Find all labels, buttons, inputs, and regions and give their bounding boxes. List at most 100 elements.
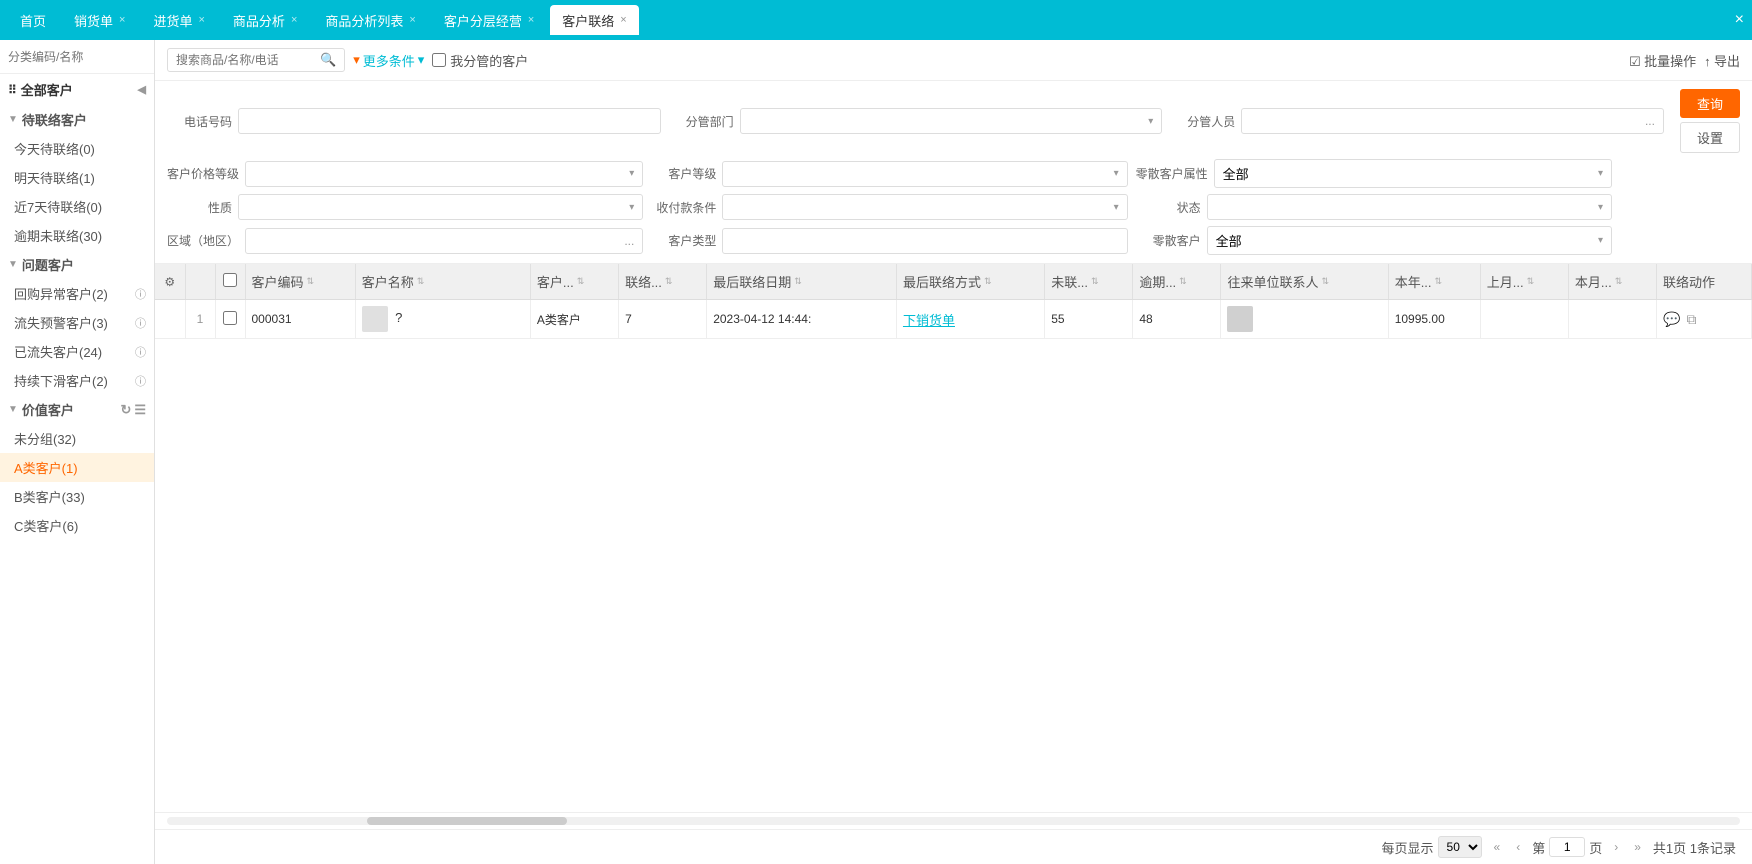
th-level[interactable]: 客户... ⇅: [530, 264, 618, 300]
tab-home[interactable]: 首页: [8, 5, 58, 35]
th-contacts[interactable]: 往来单位联系人 ⇅: [1221, 264, 1388, 300]
refresh-icon[interactable]: ↻: [120, 402, 131, 418]
sidebar-item-tomorrow[interactable]: 明天待联络(1): [0, 163, 154, 192]
sort-icon-date: ⇅: [794, 276, 802, 287]
first-page-btn[interactable]: «: [1490, 838, 1505, 856]
value-arrow-icon: ▼: [8, 404, 18, 415]
close-goods-analysis-tab[interactable]: ×: [291, 14, 297, 26]
region-select[interactable]: ...: [245, 228, 643, 254]
close-goods-list-tab[interactable]: ×: [409, 14, 415, 26]
sidebar-item-declining[interactable]: 持续下滑客户(2) ⓘ: [0, 366, 154, 395]
my-customers-checkbox[interactable]: [432, 53, 446, 67]
th-code[interactable]: 客户编码 ⇅: [245, 264, 355, 300]
filter-person: 分管人员 ...: [1170, 108, 1664, 134]
th-no-contact[interactable]: 未联... ⇅: [1045, 264, 1133, 300]
phone-input[interactable]: [238, 108, 661, 134]
payment-select[interactable]: ▾: [722, 194, 1127, 220]
sidebar-item-churned[interactable]: 已流失客户(24) ⓘ: [0, 337, 154, 366]
filter-row-2: 客户价格等级 ▾ 客户等级 ▾ 零散客户属性 全部: [167, 159, 1740, 188]
sidebar-item-b-class[interactable]: B类客户(33): [0, 482, 154, 511]
value-section-icons: ↻ ☰: [120, 402, 146, 418]
retail-select[interactable]: 全部 ▾: [1207, 226, 1612, 255]
per-page-select[interactable]: 50: [1438, 836, 1482, 858]
tab-customer-tier[interactable]: 客户分层经营 ×: [432, 5, 546, 35]
contact-method-link[interactable]: 下销货单: [903, 313, 955, 328]
table-row: 1 000031 ? A类客户 7 2023-04-12 14:44:: [155, 300, 1752, 339]
close-customer-contact-tab[interactable]: ×: [620, 14, 626, 26]
export-btn[interactable]: ↑ 导出: [1704, 51, 1740, 70]
th-last-method[interactable]: 最后联络方式 ⇅: [896, 264, 1044, 300]
close-all-icon[interactable]: ×: [1735, 11, 1744, 29]
th-last-date[interactable]: 最后联络日期 ⇅: [707, 264, 897, 300]
info-icon-1: ⓘ: [135, 286, 146, 302]
sidebar-all-customers[interactable]: ⠿ 全部客户 ◀: [0, 74, 154, 105]
filter-phone: 电话号码: [167, 108, 661, 134]
close-sales-tab[interactable]: ×: [119, 14, 125, 26]
filter-search-icon[interactable]: 🔍: [320, 52, 336, 68]
sidebar-item-7days[interactable]: 近7天待联络(0): [0, 192, 154, 221]
cust-type-select[interactable]: [722, 228, 1127, 254]
th-name[interactable]: 客户名称 ⇅: [355, 264, 530, 300]
customer-table: ⚙ 客户编码 ⇅ 客户名称: [155, 264, 1752, 339]
th-overdue[interactable]: 逾期... ⇅: [1133, 264, 1221, 300]
th-this-year[interactable]: 本年... ⇅: [1388, 264, 1480, 300]
link-icon[interactable]: ⧉: [1686, 311, 1696, 328]
query-button[interactable]: 查询: [1680, 89, 1740, 118]
row-code[interactable]: 000031: [245, 300, 355, 339]
setting-button[interactable]: 设置: [1680, 122, 1740, 153]
price-level-select[interactable]: ▾: [245, 161, 643, 187]
region-dots-icon: ...: [624, 234, 634, 248]
last-page-btn[interactable]: »: [1630, 838, 1645, 856]
select-all-checkbox[interactable]: [223, 273, 237, 287]
th-last-month[interactable]: 上月... ⇅: [1480, 264, 1568, 300]
next-page-btn[interactable]: ›: [1610, 838, 1622, 856]
row-name: ?: [355, 300, 530, 339]
nature-select[interactable]: ▾: [238, 194, 643, 220]
close-purchase-tab[interactable]: ×: [198, 14, 204, 26]
content-area: 🔍 ▾ 更多条件 ▾ 我分管的客户 ☑ 批量操作 ↑ 导出: [155, 40, 1752, 864]
row-check[interactable]: [215, 300, 245, 339]
batch-op-btn[interactable]: ☑ 批量操作: [1629, 51, 1696, 70]
tab-sales[interactable]: 销货单 ×: [62, 5, 137, 35]
my-customers-filter[interactable]: 我分管的客户: [432, 51, 528, 70]
row-checkbox[interactable]: [223, 311, 237, 325]
sidebar-item-today[interactable]: 今天待联络(0): [0, 134, 154, 163]
tab-customer-contact[interactable]: 客户联络 ×: [550, 5, 638, 35]
row-last-method[interactable]: 下销货单: [896, 300, 1044, 339]
sidebar-item-churn-warning[interactable]: 流失预警客户(3) ⓘ: [0, 308, 154, 337]
sort-icon-nocontact: ⇅: [1091, 276, 1099, 287]
filter-search-input[interactable]: [176, 53, 316, 67]
settings-icon[interactable]: ☰: [134, 402, 146, 418]
filter-more-btn[interactable]: ▾ 更多条件 ▾: [353, 51, 424, 70]
scrollbar-thumb[interactable]: [367, 817, 567, 825]
chevron-down-icon: ▾: [418, 52, 425, 68]
person-select[interactable]: ...: [1241, 108, 1664, 134]
sidebar-item-ungroup[interactable]: 未分组(32): [0, 424, 154, 453]
sidebar-item-repurchase-abnormal[interactable]: 回购异常客户(2) ⓘ: [0, 279, 154, 308]
sidebar-item-c-class[interactable]: C类客户(6): [0, 511, 154, 540]
th-this-month[interactable]: 本月... ⇅: [1568, 264, 1656, 300]
table-settings-col[interactable]: ⚙: [155, 264, 185, 300]
cust-level-select[interactable]: ▾: [722, 161, 1127, 187]
sidebar-collapse-icon[interactable]: ◀: [138, 83, 146, 96]
tab-goods-list[interactable]: 商品分析列表 ×: [313, 5, 427, 35]
retail-arrow-icon: ▾: [1598, 235, 1603, 246]
page-number-input[interactable]: [1549, 837, 1585, 857]
sidebar-item-overdue[interactable]: 逾期未联络(30): [0, 221, 154, 250]
tab-goods-analysis[interactable]: 商品分析 ×: [221, 5, 309, 35]
close-customer-tier-tab[interactable]: ×: [528, 14, 534, 26]
th-contact-count[interactable]: 联络... ⇅: [619, 264, 707, 300]
sort-icon-year: ⇅: [1435, 276, 1443, 287]
sidebar-search-input[interactable]: [8, 50, 155, 64]
status-select[interactable]: ▾: [1207, 194, 1612, 220]
table-check-col[interactable]: [215, 264, 245, 300]
dept-select[interactable]: ▾: [740, 108, 1163, 134]
cust-level-arrow-icon: ▾: [1114, 168, 1119, 179]
prev-page-btn[interactable]: ‹: [1512, 838, 1524, 856]
row-this-month: [1568, 300, 1656, 339]
retail-attr-select[interactable]: 全部 ▾: [1214, 159, 1612, 188]
row-no-contact: 55: [1045, 300, 1133, 339]
message-icon[interactable]: 💬: [1663, 311, 1680, 328]
tab-purchase[interactable]: 进货单 ×: [141, 5, 216, 35]
sidebar-item-a-class[interactable]: A类客户(1): [0, 453, 154, 482]
